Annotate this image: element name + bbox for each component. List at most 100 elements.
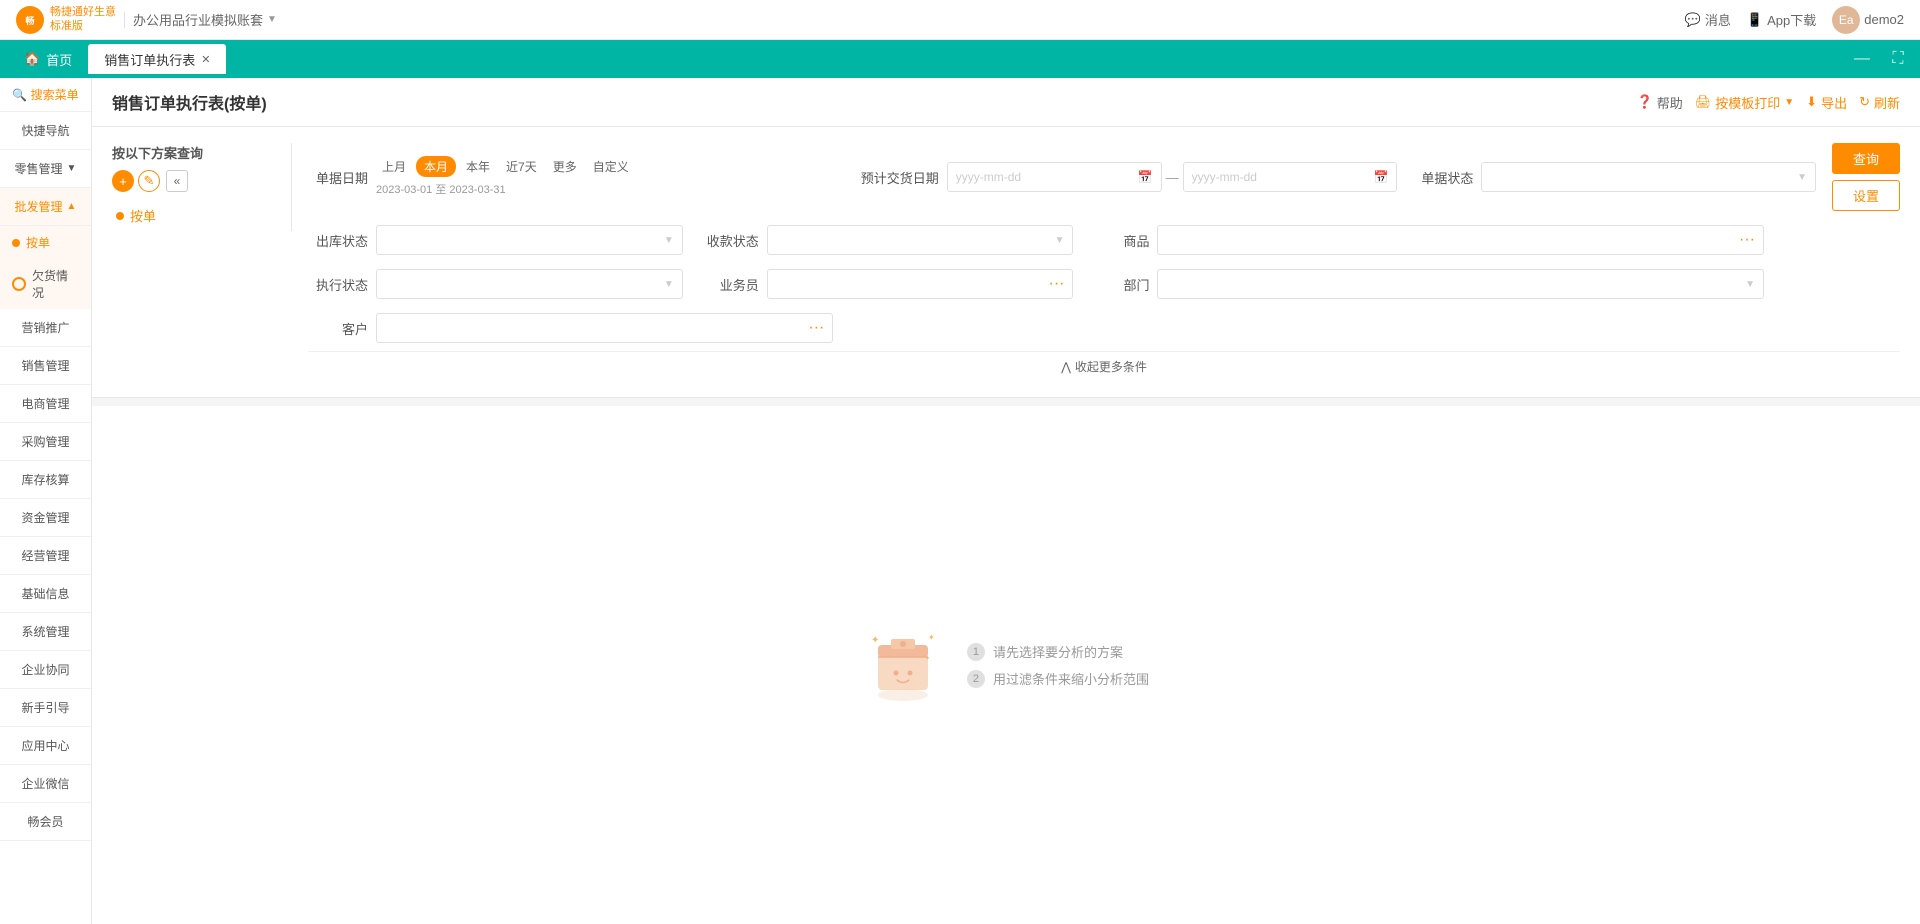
tab-home[interactable]: 🏠 首页 [8, 44, 88, 74]
wholesale-label: 批发管理 [15, 198, 63, 215]
collection-status-select[interactable]: ▼ [767, 225, 1074, 255]
department-select[interactable]: ▼ [1157, 269, 1764, 299]
svg-text:✦: ✦ [871, 635, 879, 646]
delivery-date-range: yyyy-mm-dd 📅 — yyyy-mm-dd 📅 [947, 162, 1398, 192]
customer-select[interactable]: ··· [376, 313, 833, 343]
salesperson-select[interactable]: ··· [767, 269, 1074, 299]
sidebar-item-enterprise[interactable]: 企业协同 [0, 651, 91, 689]
maximize-window-button[interactable]: ⛶ [1884, 45, 1912, 73]
nav-tabs: 🏠 首页 销售订单执行表 ✕ — ⛶ [0, 40, 1920, 78]
page-title: 销售订单执行表(按单) [112, 90, 267, 114]
sidebar-item-finance[interactable]: 资金管理 [0, 499, 91, 537]
minimize-window-button[interactable]: — [1848, 45, 1876, 73]
exec-status-select[interactable]: ▼ [376, 269, 683, 299]
sidebar-item-ecommerce[interactable]: 电商管理 [0, 385, 91, 423]
date-tabs: 上月 本月 本年 近7天 更多 自定义 [376, 156, 845, 177]
department-label: 部门 [1089, 275, 1149, 294]
export-icon: ⬇ [1806, 94, 1817, 110]
date-tab-this-year[interactable]: 本年 [460, 156, 496, 177]
home-icon: 🏠 [24, 51, 40, 67]
help-icon: ❓ [1637, 94, 1653, 110]
collapse-more-button[interactable]: ⋀ 收起更多条件 [1061, 358, 1147, 375]
logo-text: 畅捷通好生意 标准版 [50, 6, 116, 32]
refresh-icon: ↻ [1859, 94, 1870, 110]
message-button[interactable]: 💬 消息 [1685, 10, 1731, 29]
settings-button[interactable]: 设置 [1832, 180, 1900, 211]
content-area: 销售订单执行表(按单) ❓ 帮助 🖨 按模板打印 ▼ ⬇ 导出 ↻ 刷新 [92, 78, 1920, 924]
date-tab-last-month[interactable]: 上月 [376, 156, 412, 177]
message-label: 消息 [1705, 10, 1731, 29]
message-icon: 💬 [1685, 12, 1701, 28]
sidebar-item-operation[interactable]: 经营管理 [0, 537, 91, 575]
filter-item-salesperson: 业务员 ··· [699, 269, 1074, 299]
filter-item-doc-date: 单据日期 上月 本月 本年 近7天 更多 自定义 [308, 156, 845, 199]
query-button[interactable]: 查询 [1832, 143, 1900, 174]
sidebar-item-app-center[interactable]: 应用中心 [0, 727, 91, 765]
svg-text:✦: ✦ [925, 655, 930, 662]
sidebar-item-retail[interactable]: 零售管理 ▼ [0, 150, 91, 188]
user-menu-button[interactable]: Ea demo2 [1832, 6, 1904, 34]
sidebar-item-basic[interactable]: 基础信息 [0, 575, 91, 613]
tab-sales-exec[interactable]: 销售订单执行表 ✕ [88, 44, 226, 74]
empty-content: ✦ ✦ ✦ 1 请先选择要分析的方案 2 用过滤条件来缩小分析范围 [863, 625, 1149, 705]
delivery-date-end[interactable]: yyyy-mm-dd 📅 [1183, 162, 1398, 192]
delivery-date-start[interactable]: yyyy-mm-dd 📅 [947, 162, 1162, 192]
doc-status-select[interactable]: ▼ [1481, 162, 1816, 192]
app-download-button[interactable]: 📱 App下载 [1747, 10, 1816, 29]
empty-tip-2: 2 用过滤条件来缩小分析范围 [967, 669, 1149, 688]
date-tab-custom[interactable]: 自定义 [587, 156, 635, 177]
date-tab-more[interactable]: 更多 [547, 156, 583, 177]
close-tab-icon[interactable]: ✕ [201, 53, 210, 66]
breadcrumb[interactable]: 办公用品行业模拟账套 ▼ [133, 10, 277, 29]
filter-panel: 按以下方案查询 + ✎ « [92, 127, 1920, 398]
exec-status-arrow-icon: ▼ [664, 279, 674, 290]
filter-item-customer: 客户 ··· [308, 313, 833, 343]
user-name: demo2 [1864, 12, 1904, 27]
circle-icon [12, 277, 26, 291]
sidebar-item-sales[interactable]: 销售管理 [0, 347, 91, 385]
add-icon: + [119, 174, 127, 189]
scheme-edit-button[interactable]: ✎ [138, 170, 160, 192]
sidebar-quick-nav[interactable]: 快捷导航 [0, 112, 91, 150]
sidebar-item-member[interactable]: 畅会员 [0, 803, 91, 841]
sidebar-item-newbie[interactable]: 新手引导 [0, 689, 91, 727]
sidebar-item-marketing[interactable]: 营销推广 [0, 309, 91, 347]
sidebar-item-wechat[interactable]: 企业微信 [0, 765, 91, 803]
chevron-down-icon: ▼ [67, 163, 77, 174]
print-arrow-icon: ▼ [1784, 97, 1794, 108]
top-bar-right: 💬 消息 📱 App下载 Ea demo2 [1685, 6, 1904, 34]
calendar-start-icon: 📅 [1138, 170, 1153, 184]
scheme-item-order[interactable]: 按单 [112, 200, 279, 231]
nav-right-actions: — ⛶ [1848, 45, 1912, 73]
order-label: 按单 [26, 234, 50, 251]
help-label: 帮助 [1657, 93, 1683, 112]
sidebar-item-purchase[interactable]: 采购管理 [0, 423, 91, 461]
retail-label: 零售管理 [15, 160, 63, 177]
export-button[interactable]: ⬇ 导出 [1806, 93, 1847, 112]
sidebar-item-system[interactable]: 系统管理 [0, 613, 91, 651]
sidebar-item-wholesale[interactable]: 批发管理 ▲ [0, 188, 91, 226]
salesperson-label: 业务员 [699, 275, 759, 294]
date-tab-this-month[interactable]: 本月 [416, 156, 456, 177]
dot-icon [12, 239, 20, 247]
scheme-add-button[interactable]: + [112, 170, 134, 192]
date-tab-last7[interactable]: 近7天 [500, 156, 543, 177]
scheme-actions: + ✎ [112, 170, 160, 192]
scheme-item-order-label: 按单 [130, 206, 156, 225]
filter-item-exec-status: 执行状态 ▼ [308, 269, 683, 299]
print-template-button[interactable]: 🖨 按模板打印 ▼ [1695, 93, 1794, 112]
help-button[interactable]: ❓ 帮助 [1637, 93, 1683, 112]
svg-text:畅: 畅 [25, 15, 34, 26]
sidebar-item-debt[interactable]: 欠货情况 [0, 259, 91, 309]
breadcrumb-text: 办公用品行业模拟账套 [133, 10, 263, 29]
sidebar-item-order[interactable]: 按单 [0, 226, 91, 259]
scheme-collapse-button[interactable]: « [166, 170, 188, 192]
filter-scheme-section: 按以下方案查询 + ✎ « [112, 143, 292, 231]
refresh-button[interactable]: ↻ 刷新 [1859, 93, 1900, 112]
goods-select[interactable]: ··· [1157, 225, 1764, 255]
out-status-select[interactable]: ▼ [376, 225, 683, 255]
sidebar-item-inventory[interactable]: 库存核算 [0, 461, 91, 499]
filter-item-department: 部门 ▼ [1089, 269, 1764, 299]
sidebar-search[interactable]: 🔍 搜索菜单 [0, 78, 91, 112]
main-layout: 🔍 搜索菜单 快捷导航 零售管理 ▼ 批发管理 ▲ 按单 欠货情况 营销推广 销… [0, 78, 1920, 924]
